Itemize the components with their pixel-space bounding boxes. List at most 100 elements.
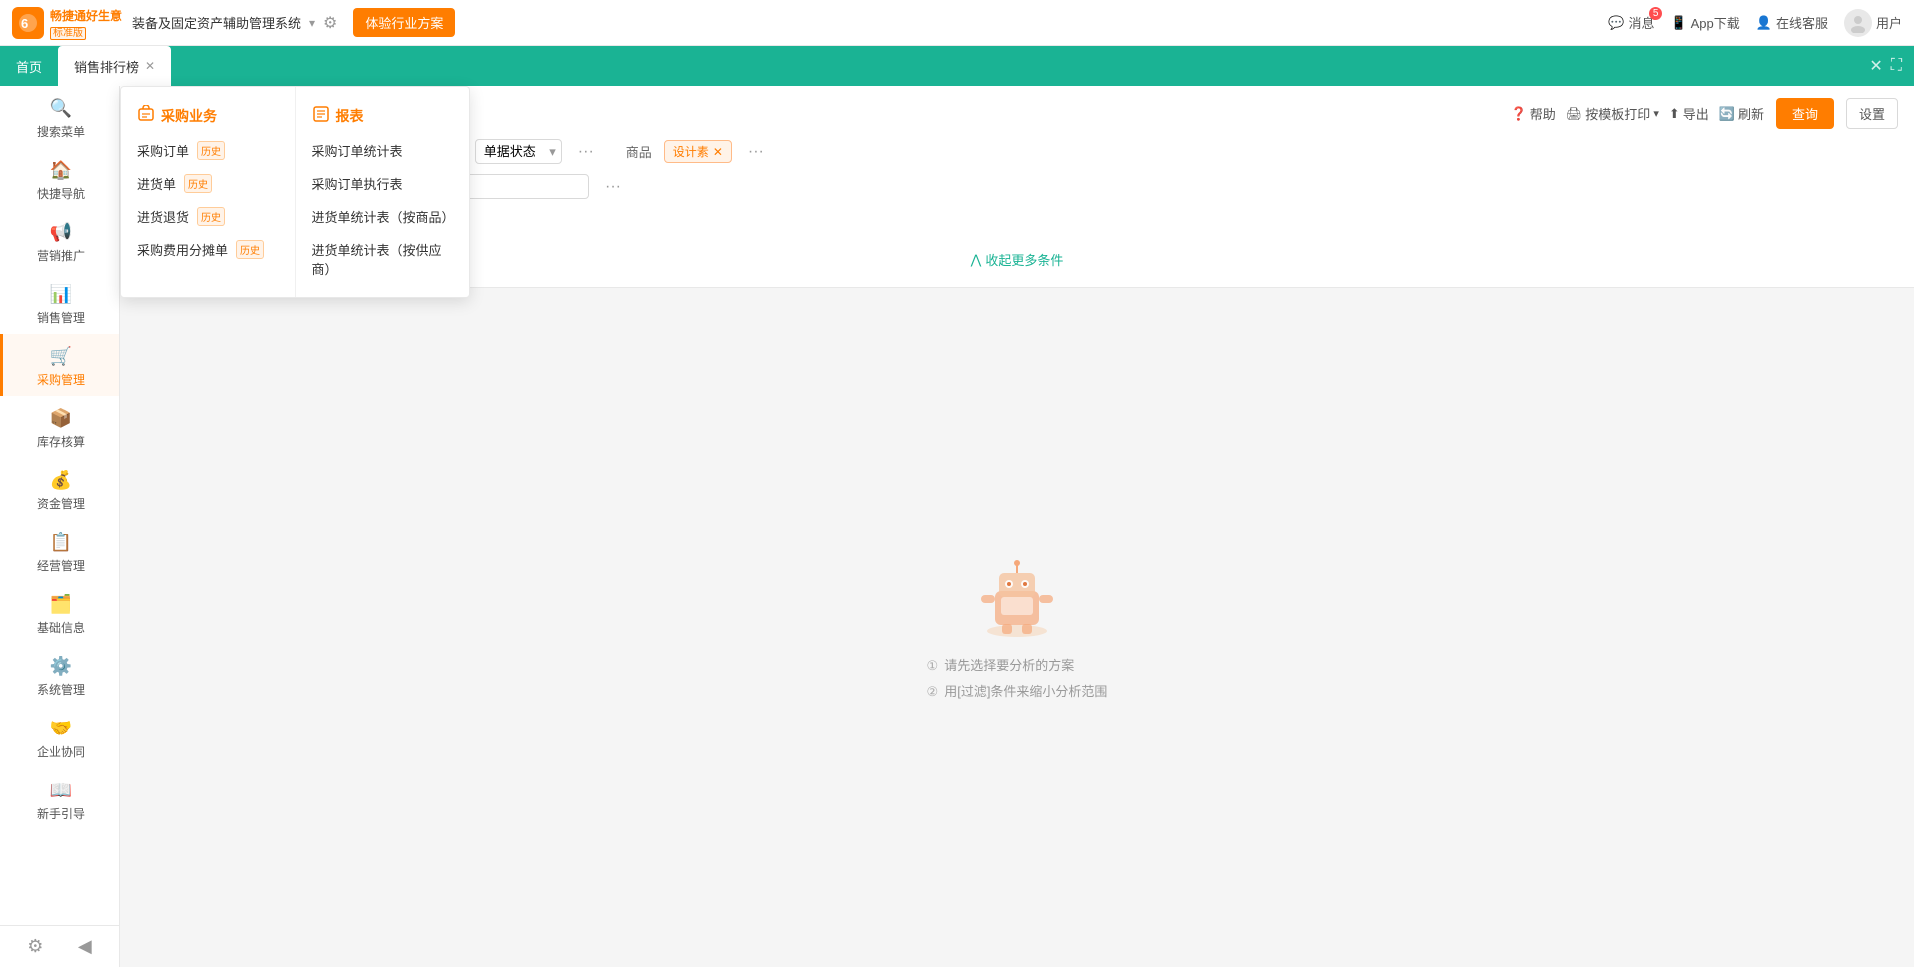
goods-tag-text: 设计素: [673, 143, 709, 160]
sidebar-collapse-icon[interactable]: ◀: [78, 936, 92, 957]
sidebar-item-purchase[interactable]: 🛒 采购管理: [0, 334, 119, 396]
clipboard-icon: 📋: [50, 532, 72, 553]
online-service-item[interactable]: 👤 在线客服: [1756, 13, 1828, 32]
history-badge-1: 历史: [184, 174, 212, 193]
phone-icon: 📱: [1670, 15, 1686, 31]
export-button[interactable]: ⬆ 导出: [1669, 104, 1709, 123]
dropdown-item-order-exec[interactable]: 采购订单执行表: [296, 167, 470, 200]
chart-icon: 📊: [50, 284, 72, 305]
salesman-dots[interactable]: ···: [605, 178, 621, 196]
goods-tag-close[interactable]: ✕: [713, 145, 723, 159]
logo-name: 畅捷通好生意: [50, 7, 122, 24]
toolbar-right: ❓ 帮助 🖨 按模板打印 ▾ ⬆ 导出 🔄 刷新: [1511, 104, 1764, 123]
tab-maximize-icon[interactable]: ⛶: [1891, 57, 1902, 75]
item-label: 进货单: [137, 174, 176, 193]
sidebar-settings-icon[interactable]: ⚙: [27, 936, 43, 957]
item-label: 采购订单: [137, 141, 189, 160]
doc-status-select[interactable]: 单据状态: [475, 139, 562, 164]
online-service-label: 在线客服: [1776, 13, 1828, 32]
svg-text:6: 6: [21, 16, 28, 31]
empty-image: [967, 551, 1067, 641]
logo-area: 6 畅捷通好生意 标准版: [12, 7, 132, 39]
purchase-header-icon: [137, 105, 155, 126]
app-download-item[interactable]: 📱 App下载: [1670, 13, 1739, 32]
dropdown-arrow-icon[interactable]: ▾: [309, 16, 315, 30]
experience-button[interactable]: 体验行业方案: [353, 8, 455, 37]
sidebar-item-system[interactable]: ⚙️ 系统管理: [0, 644, 119, 706]
message-badge: 5: [1649, 7, 1663, 20]
tab-close-window-icon[interactable]: ✕: [1869, 56, 1882, 76]
home-icon: 🏠: [50, 160, 72, 181]
user-item[interactable]: 用户: [1844, 9, 1902, 37]
goods-tag[interactable]: 设计素 ✕: [664, 140, 732, 163]
cart-icon: 🛒: [50, 346, 72, 367]
collapse-up-icon: ⋀: [971, 252, 982, 268]
sidebar-item-guide[interactable]: 📖 新手引导: [0, 768, 119, 830]
print-label: 按模板打印: [1585, 104, 1650, 123]
sidebar-item-marketing[interactable]: 📢 营销推广: [0, 210, 119, 272]
search-icon: 🔍: [50, 98, 72, 119]
item-label: 采购订单统计表: [312, 141, 403, 160]
dropdown-item-purchase-order[interactable]: 采购订单 历史: [121, 134, 295, 167]
dropdown-report-header: 报表: [296, 99, 470, 134]
folder-icon: 🗂️: [50, 594, 72, 615]
empty-line2: ② 用[过滤]条件来缩小分析范围: [927, 679, 1108, 705]
avatar: [1844, 9, 1872, 37]
tab-close-icon[interactable]: ✕: [145, 59, 155, 73]
settings-button[interactable]: 设置: [1846, 98, 1898, 129]
report-header-icon: [312, 105, 330, 126]
sidebar-label-purchase: 采购管理: [37, 371, 85, 388]
message-icon-item[interactable]: 💬 消息 5: [1608, 13, 1654, 32]
dropdown-item-incoming[interactable]: 进货单 历史: [121, 167, 295, 200]
service-icon: 👤: [1756, 15, 1772, 31]
history-badge-3: 历史: [236, 240, 264, 259]
tab-bar-right: ✕ ⛶: [1869, 56, 1914, 76]
sidebar-item-finance[interactable]: 💰 资金管理: [0, 458, 119, 520]
doc-status-dots[interactable]: ···: [578, 143, 594, 161]
top-header: 6 畅捷通好生意 标准版 装备及固定资产辅助管理系统 ▾ ⚙ 体验行业方案 💬 …: [0, 0, 1914, 46]
sidebar-item-operations[interactable]: 📋 经营管理: [0, 520, 119, 582]
print-button[interactable]: 🖨 按模板打印 ▾: [1566, 104, 1659, 123]
dropdown-item-incoming-return[interactable]: 进货退货 历史: [121, 200, 295, 233]
header-right: 💬 消息 5 📱 App下载 👤 在线客服 用户: [1608, 9, 1902, 37]
settings-icon: ⚙️: [50, 656, 72, 677]
sidebar-label-system: 系统管理: [37, 681, 85, 698]
dropdown-item-incoming-stat-goods[interactable]: 进货单统计表（按商品）: [296, 200, 470, 233]
refresh-label: 刷新: [1738, 104, 1764, 123]
dropdown-item-purchase-expense[interactable]: 采购费用分摊单 历史: [121, 233, 295, 266]
user-label: 用户: [1876, 13, 1902, 32]
dropdown-col-report: 报表 采购订单统计表 采购订单执行表 进货单统计表（按商品） 进货单统计表（按供…: [296, 87, 470, 297]
tab-bar: 首页 销售排行榜 ✕ ✕ ⛶: [0, 46, 1914, 86]
sidebar-item-inventory[interactable]: 📦 库存核算: [0, 396, 119, 458]
goods-label: 商品: [626, 142, 652, 161]
dropdown-purchase-header: 采购业务: [121, 99, 295, 134]
query-button[interactable]: 查询: [1776, 98, 1834, 129]
sidebar-item-quick-nav[interactable]: 🏠 快捷导航: [0, 148, 119, 210]
gear-icon[interactable]: ⚙: [323, 13, 337, 33]
sidebar-footer: ⚙ ◀: [0, 925, 119, 967]
logo-text-block: 畅捷通好生意 标准版: [50, 7, 122, 39]
sidebar-item-sales[interactable]: 📊 销售管理: [0, 272, 119, 334]
tab-home-label: 首页: [16, 57, 42, 76]
sidebar-label-finance: 资金管理: [37, 495, 85, 512]
sidebar-item-enterprise[interactable]: 🤝 企业协同: [0, 706, 119, 768]
dropdown-item-order-stat[interactable]: 采购订单统计表: [296, 134, 470, 167]
help-button[interactable]: ❓ 帮助: [1511, 104, 1556, 123]
goods-dots[interactable]: ···: [748, 143, 764, 161]
export-label: 导出: [1683, 104, 1709, 123]
refresh-button[interactable]: 🔄 刷新: [1719, 104, 1764, 123]
sidebar-label-basic-info: 基础信息: [37, 619, 85, 636]
export-icon: ⬆: [1669, 106, 1680, 122]
collapse-button[interactable]: ⋀ 收起更多条件: [965, 244, 1070, 275]
sidebar-label-inventory: 库存核算: [37, 433, 85, 450]
empty-text: ① 请先选择要分析的方案 ② 用[过滤]条件来缩小分析范围: [927, 653, 1108, 705]
dropdown-item-incoming-stat-supplier[interactable]: 进货单统计表（按供应商）: [296, 233, 470, 285]
sidebar-item-search-menu[interactable]: 🔍 搜索菜单: [0, 86, 119, 148]
dropdown-menu: 采购业务 采购订单 历史 进货单 历史 进货退货 历史 采购费用分摊单 历史: [120, 86, 470, 298]
tab-sales-rank[interactable]: 销售排行榜 ✕: [58, 46, 171, 86]
tab-home[interactable]: 首页: [0, 46, 58, 86]
collapse-label: 收起更多条件: [985, 250, 1063, 269]
sidebar-item-basic-info[interactable]: 🗂️ 基础信息: [0, 582, 119, 644]
sidebar-label-quick-nav: 快捷导航: [37, 185, 85, 202]
item-label: 进货单统计表（按供应商）: [312, 240, 454, 278]
